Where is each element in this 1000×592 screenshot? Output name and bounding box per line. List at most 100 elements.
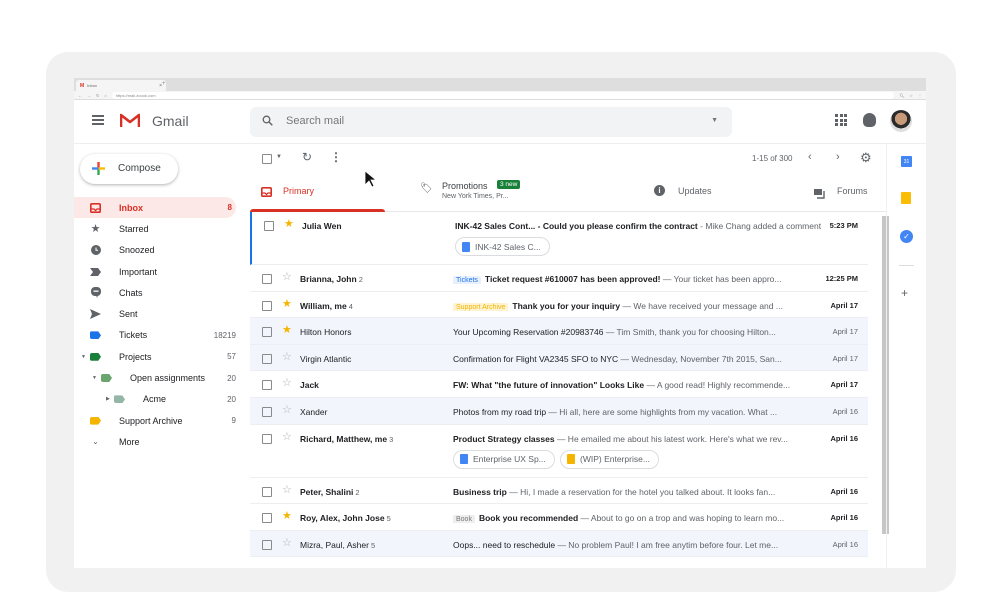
tab-forums[interactable]: Forums <box>812 172 882 212</box>
keep-icon[interactable] <box>901 192 911 204</box>
star-outline-icon[interactable]: ☆ <box>282 351 292 363</box>
account-avatar[interactable] <box>890 110 912 132</box>
email-label-badge[interactable]: Support Archive <box>453 302 509 311</box>
email-row[interactable]: ☆ Jack FW: What "the future of innovatio… <box>250 371 868 398</box>
refresh-icon[interactable]: ↻ <box>302 150 312 164</box>
previous-page-icon[interactable]: ‹ <box>808 151 812 163</box>
email-checkbox[interactable] <box>262 486 272 497</box>
select-all-checkbox[interactable] <box>262 154 272 164</box>
browser-tab[interactable]: M Inbox × <box>76 80 166 91</box>
search-bar[interactable]: Search mail ▼ <box>250 107 732 137</box>
email-checkbox[interactable] <box>262 433 272 444</box>
label-icon <box>101 373 112 384</box>
calendar-icon[interactable]: 31 <box>901 156 912 167</box>
email-checkbox[interactable] <box>262 513 272 524</box>
email-checkbox[interactable] <box>262 300 272 311</box>
thread-count: 5 <box>370 540 376 550</box>
email-date: 5:23 PM <box>829 221 858 230</box>
email-row[interactable]: ★ Roy, Alex, John Jose 5 Book Book you rec… <box>250 504 868 531</box>
star-filled-icon[interactable]: ★ <box>282 511 292 522</box>
email-row[interactable]: ☆ Peter, Shalini 2 Business trip — Hi, I … <box>250 477 868 505</box>
star-outline-icon[interactable]: ☆ <box>282 484 292 496</box>
sidebar-item-label: Snoozed <box>119 245 155 256</box>
reload-icon[interactable]: ↻ <box>96 93 99 98</box>
home-icon[interactable]: ⌂ <box>104 93 106 98</box>
label-icon <box>90 415 101 426</box>
sidebar-item-open-assignments[interactable]: ▼ Open assignments 20 <box>74 367 250 388</box>
tab-promotions[interactable]: 🏷︎ Promotions 3 new New York Times, Pr..… <box>415 172 575 212</box>
attachment-chip[interactable]: INK-42 Sales C... <box>455 237 550 256</box>
compose-button[interactable]: Compose <box>80 154 178 184</box>
email-checkbox[interactable] <box>264 221 274 231</box>
sidebar-item-projects[interactable]: ▼ Projects 57 <box>74 346 250 367</box>
main-menu-icon[interactable] <box>92 115 104 125</box>
email-row[interactable]: ☆ Xander Photos from my road trip — Hi a… <box>250 397 868 425</box>
zoom-icon[interactable]: 🔍︎ <box>899 93 904 98</box>
browser-menu-icon[interactable]: ⋮ <box>918 93 922 98</box>
select-dropdown-icon[interactable]: ▼ <box>276 154 282 160</box>
email-row[interactable]: ☆ Virgin Atlantic Confirmation for Fligh… <box>250 344 868 372</box>
label-icon <box>114 394 125 405</box>
email-checkbox[interactable] <box>262 327 272 338</box>
sidebar-item-sent[interactable]: Sent <box>74 303 250 324</box>
star-outline-icon[interactable]: ☆ <box>282 378 292 389</box>
star-outline-icon[interactable]: ☆ <box>282 537 292 549</box>
sidebar-item-chats[interactable]: Chats <box>74 282 250 303</box>
forward-icon[interactable]: → <box>87 93 91 98</box>
sidebar-item-acme[interactable]: ▶ Acme 20 <box>74 389 250 410</box>
email-checkbox[interactable] <box>262 274 272 284</box>
sidebar-item-snoozed[interactable]: Snoozed <box>74 240 250 261</box>
notifications-icon[interactable] <box>863 113 876 127</box>
email-content: Support Archive Thank you for your inquir… <box>453 301 823 311</box>
more-options-icon[interactable]: ⋮ <box>330 150 342 164</box>
tasks-icon[interactable]: ✓ <box>900 230 913 243</box>
email-label-badge[interactable]: Tickets <box>453 276 481 284</box>
sidebar-item-label: Acme <box>143 394 167 405</box>
search-input[interactable]: Search mail <box>286 115 344 127</box>
url-input[interactable]: https://mail.zoook.com <box>111 91 895 99</box>
email-row[interactable]: ☆ Mizra, Paul, Asher 5 Oops... need to re… <box>250 530 868 558</box>
attachment-chip[interactable]: (WIP) Enterprise... <box>560 449 659 469</box>
sidebar-item-support-archive[interactable]: Support Archive 9 <box>74 410 250 431</box>
sidebar-item-inbox[interactable]: Inbox 8 <box>74 197 236 219</box>
next-page-icon[interactable]: › <box>836 151 840 163</box>
expand-caret-icon[interactable]: ▶ <box>106 396 110 402</box>
email-row[interactable]: ☆ Richard, Matthew, me 3 Product Strategy… <box>250 424 868 478</box>
settings-gear-icon[interactable]: ⚙ <box>860 150 872 166</box>
sidebar-item-starred[interactable]: ★ Starred <box>74 218 250 239</box>
star-outline-icon[interactable]: ☆ <box>282 431 292 443</box>
email-label-badge[interactable]: Book <box>453 515 475 524</box>
email-row[interactable]: ★ William, me 4 Support Archive Thank you … <box>250 291 868 319</box>
sidebar-item-label: More <box>119 436 140 447</box>
back-icon[interactable]: ← <box>78 93 82 98</box>
sidebar-item-count: 20 <box>227 394 236 404</box>
email-checkbox[interactable] <box>262 353 272 364</box>
sidebar-item-important[interactable]: Important <box>74 261 250 282</box>
email-row[interactable]: ★ Hilton Honors Your Upcoming Reservatio… <box>250 318 868 345</box>
star-outline-icon[interactable]: ☆ <box>282 272 292 283</box>
email-checkbox[interactable] <box>262 539 272 550</box>
bookmark-star-icon[interactable]: ☆ <box>909 93 913 98</box>
sidebar-item-more[interactable]: ⌄ More <box>74 431 250 452</box>
tag-icon: 🏷︎ <box>420 183 433 194</box>
email-subject: INK-42 Sales Cont... - Could you please … <box>455 221 698 231</box>
tab-updates[interactable]: i Updates <box>650 172 790 212</box>
new-tab-icon[interactable]: + <box>162 81 166 87</box>
email-checkbox[interactable] <box>262 406 272 417</box>
email-subject: Photos from my road trip <box>453 406 547 417</box>
attachment-chip[interactable]: Enterprise UX Sp... <box>453 449 555 469</box>
star-outline-icon[interactable]: ☆ <box>282 404 292 416</box>
star-filled-icon[interactable]: ★ <box>282 298 292 310</box>
collapse-caret-icon[interactable]: ▼ <box>81 354 86 360</box>
email-row[interactable]: ☆ Brianna, John 2 Tickets Ticket request #… <box>250 265 868 292</box>
star-filled-icon[interactable]: ★ <box>282 325 292 336</box>
sidebar-item-label: Chats <box>119 287 143 298</box>
search-options-icon[interactable]: ▼ <box>711 117 718 124</box>
add-addon-icon[interactable]: + <box>901 286 908 300</box>
email-checkbox[interactable] <box>262 380 272 391</box>
sidebar-item-tickets[interactable]: Tickets 18219 <box>74 325 250 346</box>
email-row[interactable]: ★ Julia Wen INK-42 Sales Cont... - Could… <box>250 212 868 265</box>
star-filled-icon[interactable]: ★ <box>284 219 294 230</box>
apps-grid-icon[interactable] <box>835 114 847 126</box>
collapse-caret-icon[interactable]: ▼ <box>92 375 97 381</box>
